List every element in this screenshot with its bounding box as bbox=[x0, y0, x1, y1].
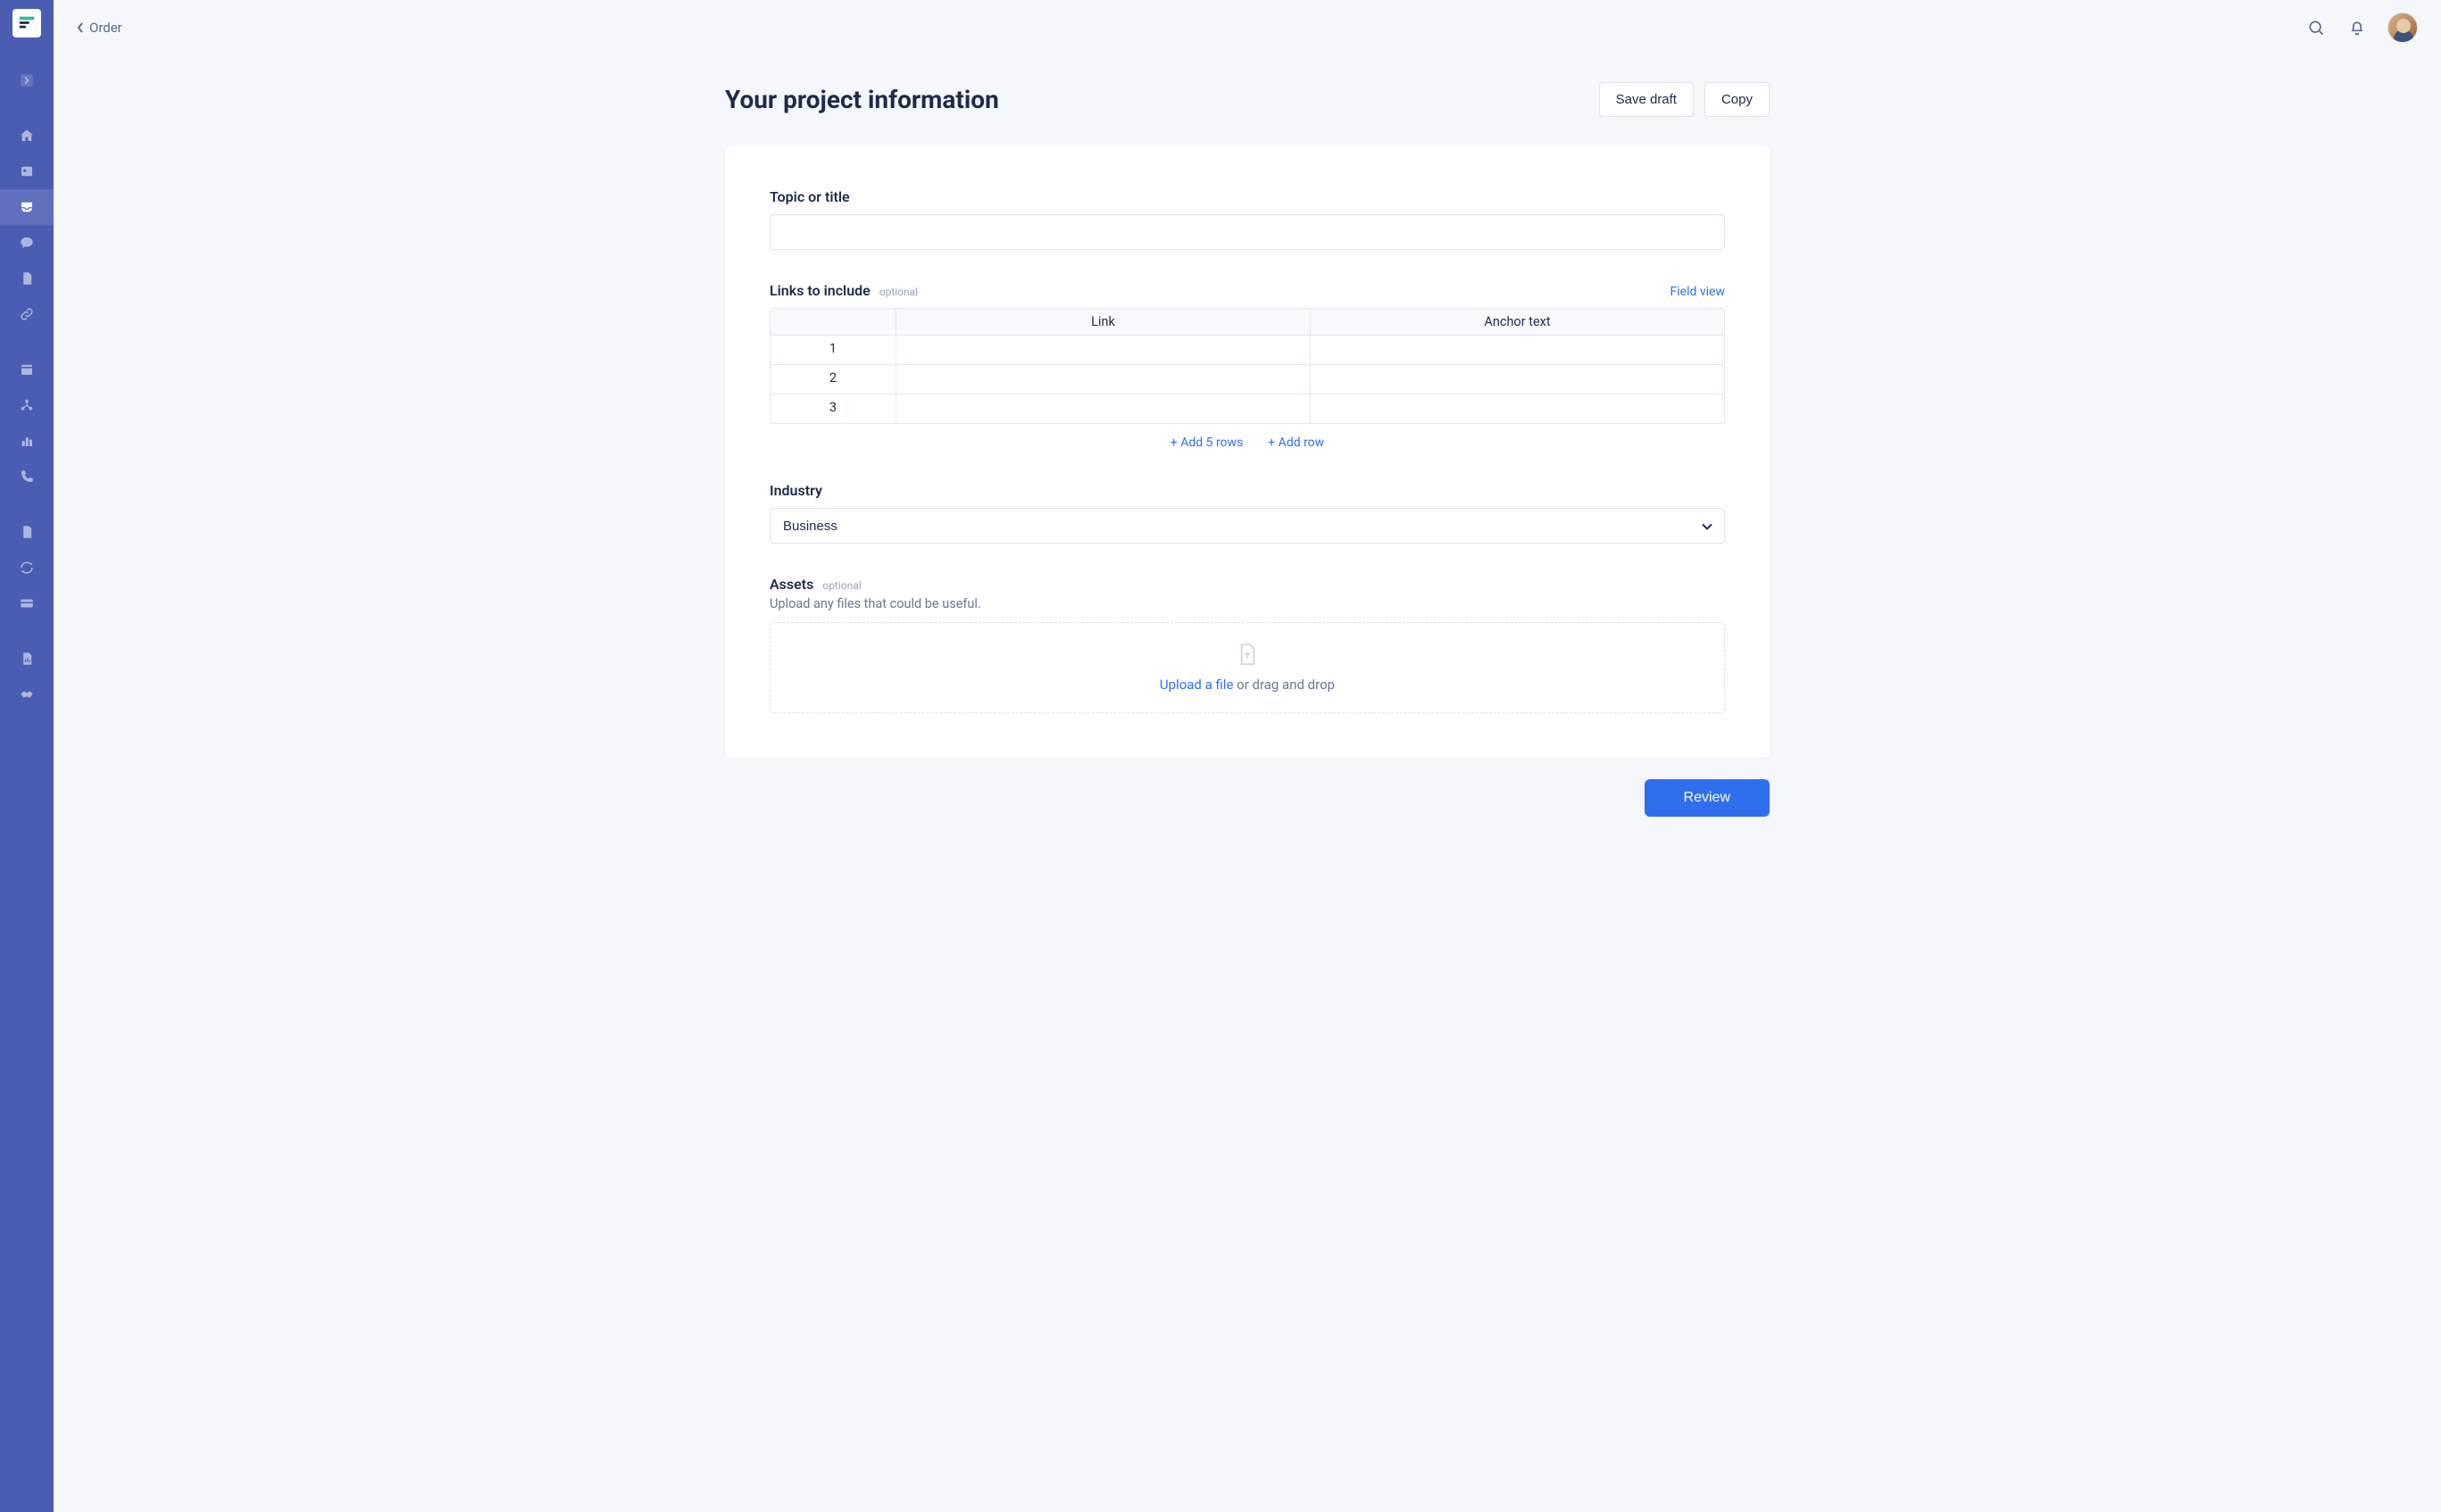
review-button[interactable]: Review bbox=[1645, 779, 1770, 817]
anchor-input-1[interactable] bbox=[1318, 341, 1717, 359]
file-icon bbox=[19, 524, 35, 540]
link-input-2[interactable] bbox=[904, 370, 1303, 388]
document-icon bbox=[19, 270, 35, 287]
nav-item-billing[interactable] bbox=[0, 586, 54, 621]
network-icon bbox=[19, 397, 35, 413]
nav-item-calls[interactable] bbox=[0, 459, 54, 494]
links-table: Link Anchor text 1 2 bbox=[770, 308, 1725, 424]
links-col-link: Link bbox=[896, 309, 1310, 335]
calendar-icon bbox=[19, 361, 35, 378]
file-dropzone[interactable]: Upload a file or drag and drop bbox=[770, 622, 1725, 713]
assets-optional-tag: optional bbox=[822, 579, 861, 592]
breadcrumb-back[interactable]: Order bbox=[77, 20, 122, 36]
home-icon bbox=[19, 128, 35, 144]
sidebar bbox=[0, 0, 54, 1512]
nav-item-home[interactable] bbox=[0, 118, 54, 154]
search-button[interactable] bbox=[2305, 17, 2327, 38]
form-card: Topic or title Links to include optional… bbox=[725, 145, 1770, 758]
topic-input[interactable] bbox=[770, 214, 1725, 250]
chat-icon bbox=[19, 235, 35, 251]
handshake-icon bbox=[19, 686, 35, 702]
table-row: 1 bbox=[771, 335, 1724, 364]
links-optional-tag: optional bbox=[879, 286, 918, 298]
nav-item-network[interactable] bbox=[0, 387, 54, 423]
nav-item-calendar[interactable] bbox=[0, 352, 54, 387]
file-upload-icon bbox=[790, 643, 1704, 669]
chevron-left-icon bbox=[77, 22, 84, 33]
industry-select[interactable]: Business bbox=[770, 508, 1725, 544]
nav-item-contacts[interactable] bbox=[0, 154, 54, 189]
anchor-input-2[interactable] bbox=[1318, 370, 1717, 388]
bar-chart-icon bbox=[19, 433, 35, 449]
user-avatar[interactable] bbox=[2387, 12, 2418, 43]
link-icon bbox=[19, 306, 35, 322]
nav-item-links[interactable] bbox=[0, 296, 54, 332]
anchor-input-3[interactable] bbox=[1318, 400, 1717, 418]
copy-button[interactable]: Copy bbox=[1704, 82, 1770, 117]
page-title: Your project information bbox=[725, 85, 999, 114]
nav-item-collapse[interactable] bbox=[0, 62, 54, 98]
id-card-icon bbox=[19, 163, 35, 179]
logo-icon bbox=[17, 13, 37, 33]
arrow-right-box-icon bbox=[19, 72, 35, 88]
breadcrumb-label: Order bbox=[89, 20, 122, 36]
nav-item-reports[interactable] bbox=[0, 641, 54, 677]
phone-icon bbox=[19, 469, 35, 485]
upload-file-link[interactable]: Upload a file bbox=[1160, 677, 1234, 693]
links-label: Links to include bbox=[770, 282, 871, 299]
save-draft-button[interactable]: Save draft bbox=[1599, 82, 1694, 117]
link-input-1[interactable] bbox=[904, 341, 1303, 359]
report-icon bbox=[19, 651, 35, 667]
refresh-icon bbox=[19, 560, 35, 576]
drag-drop-text: or drag and drop bbox=[1233, 677, 1335, 693]
nav-item-documents[interactable] bbox=[0, 261, 54, 296]
app-logo[interactable] bbox=[12, 9, 41, 37]
nav-item-partners[interactable] bbox=[0, 677, 54, 712]
search-icon bbox=[2307, 19, 2325, 37]
nav-item-orders[interactable] bbox=[0, 189, 54, 225]
links-col-num bbox=[771, 309, 896, 335]
nav-item-sync[interactable] bbox=[0, 550, 54, 586]
nav-item-files[interactable] bbox=[0, 514, 54, 550]
nav-item-analytics[interactable] bbox=[0, 423, 54, 459]
table-row: 2 bbox=[771, 364, 1724, 394]
topic-label: Topic or title bbox=[770, 188, 850, 205]
table-row: 3 bbox=[771, 394, 1724, 423]
field-view-toggle[interactable]: Field view bbox=[1670, 285, 1725, 299]
add-row-button[interactable]: + Add row bbox=[1268, 436, 1324, 450]
industry-label: Industry bbox=[770, 482, 822, 499]
nav-item-chat[interactable] bbox=[0, 225, 54, 261]
bell-icon bbox=[2348, 19, 2366, 37]
add-5-rows-button[interactable]: + Add 5 rows bbox=[1171, 436, 1244, 450]
credit-card-icon bbox=[19, 595, 35, 611]
link-input-3[interactable] bbox=[904, 400, 1303, 418]
notifications-button[interactable] bbox=[2346, 17, 2368, 38]
links-col-anchor: Anchor text bbox=[1310, 309, 1724, 335]
assets-label: Assets bbox=[770, 576, 813, 593]
inbox-icon bbox=[19, 199, 35, 215]
topbar: Order bbox=[54, 0, 2441, 55]
assets-helper-text: Upload any files that could be useful. bbox=[770, 596, 1725, 611]
